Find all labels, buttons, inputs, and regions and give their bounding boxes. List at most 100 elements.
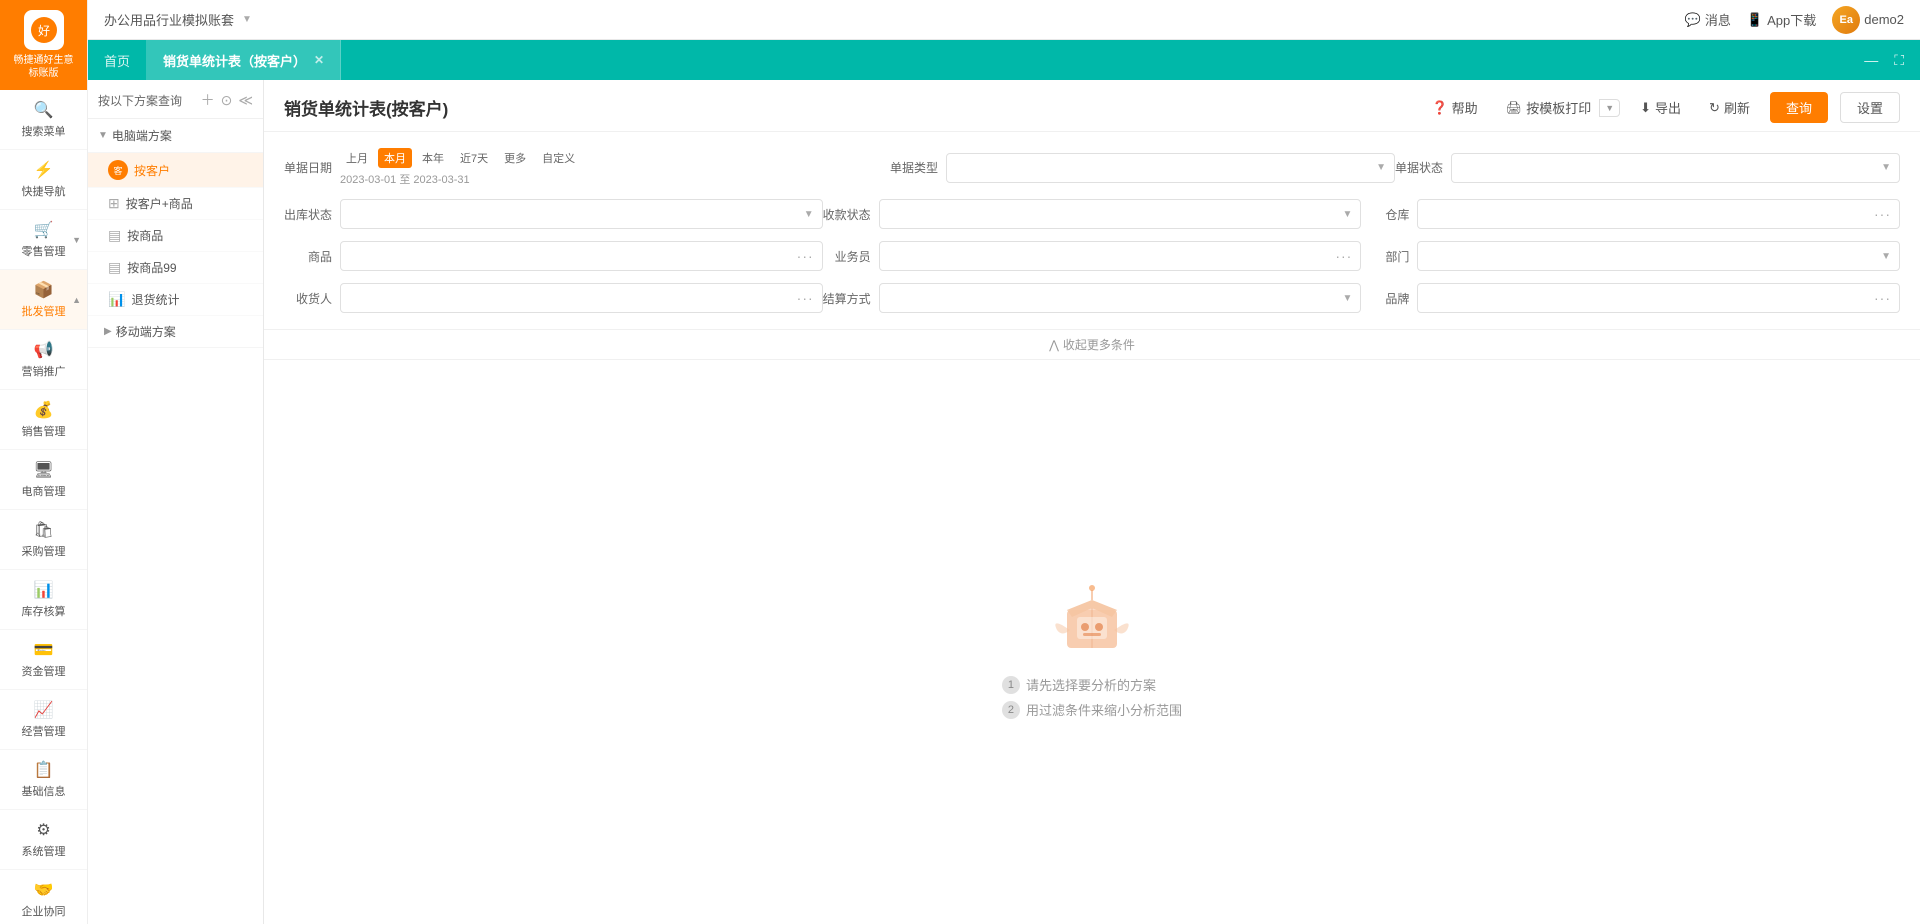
- dept-arrow: ▼: [1881, 251, 1891, 262]
- header-actions: 💬 消息 📱 App下载 Ea demo2: [1685, 6, 1904, 34]
- payment-field: 结算方式 ▼: [823, 283, 1362, 313]
- bill-status-control[interactable]: ▼: [1451, 153, 1900, 183]
- hint-item-1: 1 请先选择要分析的方案: [1002, 675, 1182, 694]
- sidebar-item-quick-nav[interactable]: ⚡ 快捷导航: [0, 150, 87, 210]
- sidebar-item-marketing[interactable]: 📢 营销推广: [0, 330, 87, 390]
- bill-type-arrow: ▼: [1376, 162, 1386, 173]
- collapse-icon: ⋀: [1049, 338, 1059, 352]
- app-download-button[interactable]: 📱 App下载: [1747, 10, 1816, 29]
- sidebar-item-enterprise[interactable]: 🤝 企业协同: [0, 870, 87, 924]
- sidebar-item-search[interactable]: 🔍 搜索菜单: [0, 90, 87, 150]
- tab-minimize-button[interactable]: —: [1860, 48, 1882, 72]
- receipt-status-arrow: ▼: [1342, 209, 1352, 220]
- svg-text:好: 好: [37, 24, 49, 38]
- collapse-scheme-button[interactable]: ≪: [238, 92, 253, 109]
- consignee-control[interactable]: ···: [340, 283, 823, 313]
- tab-home[interactable]: 首页: [88, 40, 147, 80]
- search-icon: 🔍: [34, 100, 54, 120]
- logo-icon: 好: [24, 10, 64, 50]
- message-icon: 💬: [1685, 12, 1701, 28]
- app-dropdown-arrow[interactable]: ▼: [242, 14, 252, 25]
- query-button[interactable]: 查询: [1770, 92, 1828, 123]
- app-logo: 好 畅捷通好生意 标账版: [0, 0, 87, 90]
- scheme-item-by-goods99[interactable]: ▤ 按商品99: [88, 252, 263, 284]
- brand-field: 品牌 ···: [1361, 283, 1900, 313]
- date-tab-more[interactable]: 更多: [498, 148, 532, 168]
- goods-dots[interactable]: ···: [797, 248, 814, 264]
- dept-label: 部门: [1361, 248, 1417, 265]
- user-area[interactable]: Ea demo2: [1832, 6, 1904, 34]
- out-status-field: 出库状态 ▼: [284, 199, 823, 229]
- export-button[interactable]: ⬇ 导出: [1632, 94, 1689, 121]
- scheme-panel-header: 按以下方案查询 ＋ ⊙ ≪: [88, 80, 263, 119]
- date-range-container: 上月 本月 本年 近7天 更多 自定义 2023-03-01 至 2023-03…: [340, 148, 890, 187]
- app-name-text: 办公用品行业模拟账套: [104, 10, 234, 29]
- retail-icon: 🛒: [34, 220, 54, 240]
- out-status-label: 出库状态: [284, 206, 340, 223]
- scheme-item-return-stat[interactable]: 📊 退货统计: [88, 284, 263, 316]
- warehouse-dots[interactable]: ···: [1874, 206, 1891, 222]
- date-tab-this-month[interactable]: 本月: [378, 148, 412, 168]
- date-tab-this-year[interactable]: 本年: [416, 148, 450, 168]
- collapse-bar[interactable]: ⋀ 收起更多条件: [264, 330, 1920, 360]
- out-status-control[interactable]: ▼: [340, 199, 823, 229]
- date-value: 2023-03-01 至 2023-03-31: [340, 171, 890, 187]
- sidebar-item-inventory[interactable]: 📊 库存核算: [0, 570, 87, 630]
- print-button-group: 🖨 按模板打印 ▼: [1498, 94, 1620, 121]
- goods-control[interactable]: ···: [340, 241, 823, 271]
- sidebar-item-ecommerce[interactable]: 🖥 电商管理: [0, 450, 87, 510]
- staff-dots[interactable]: ···: [1335, 248, 1352, 264]
- warehouse-control[interactable]: ···: [1417, 199, 1900, 229]
- customer-goods-icon: ⊞: [108, 195, 120, 212]
- app-name-area: 办公用品行业模拟账套 ▼: [104, 10, 252, 29]
- refresh-button[interactable]: ↻ 刷新: [1701, 94, 1758, 121]
- staff-label: 业务员: [823, 248, 879, 265]
- date-tab-last7[interactable]: 近7天: [454, 148, 494, 168]
- print-dropdown-arrow[interactable]: ▼: [1599, 99, 1620, 117]
- mobile-section-title[interactable]: ▶ 移动端方案: [88, 316, 263, 348]
- sidebar-item-wholesale[interactable]: 📦 批发管理 ▲: [0, 270, 87, 330]
- message-button[interactable]: 💬 消息: [1685, 10, 1731, 29]
- scheme-item-by-customer-goods[interactable]: ⊞ 按客户+商品: [88, 188, 263, 220]
- receipt-status-field: 收款状态 ▼: [823, 199, 1362, 229]
- brand-dots[interactable]: ···: [1874, 290, 1891, 306]
- tab-fullscreen-button[interactable]: ⛶: [1890, 48, 1908, 73]
- staff-control[interactable]: ···: [879, 241, 1362, 271]
- add-scheme-button[interactable]: ＋: [201, 90, 215, 110]
- marketing-icon: 📢: [34, 340, 54, 360]
- desktop-section-title[interactable]: ▼ 电脑端方案: [88, 119, 263, 153]
- print-button[interactable]: 🖨 按模板打印: [1498, 94, 1600, 121]
- tab-sales-stat[interactable]: 销货单统计表（按客户） ✕: [147, 40, 341, 80]
- bill-type-control[interactable]: ▼: [946, 153, 1395, 183]
- consignee-dots[interactable]: ···: [797, 290, 814, 306]
- edit-scheme-button[interactable]: ⊙: [221, 92, 233, 109]
- sidebar-item-retail[interactable]: 🛒 零售管理 ▼: [0, 210, 87, 270]
- finance-icon: 💳: [34, 640, 54, 660]
- date-tab-last-month[interactable]: 上月: [340, 148, 374, 168]
- bill-type-label: 单据类型: [890, 159, 946, 176]
- tab-close-button[interactable]: ✕: [314, 53, 324, 67]
- dept-control[interactable]: ▼: [1417, 241, 1900, 271]
- settings-button[interactable]: 设置: [1840, 92, 1900, 123]
- sidebar-item-system[interactable]: ⚙ 系统管理: [0, 810, 87, 870]
- filter-row-4: 收货人 ··· 结算方式 ▼ 品牌: [284, 283, 1900, 313]
- payment-control[interactable]: ▼: [879, 283, 1362, 313]
- sidebar-item-sales[interactable]: 💰 销售管理: [0, 390, 87, 450]
- date-tab-custom[interactable]: 自定义: [536, 148, 581, 168]
- top-header: 办公用品行业模拟账套 ▼ 💬 消息 📱 App下载 Ea demo2: [88, 0, 1920, 40]
- date-label: 单据日期: [284, 159, 340, 176]
- sidebar-item-basic[interactable]: 📋 基础信息: [0, 750, 87, 810]
- receipt-status-control[interactable]: ▼: [879, 199, 1362, 229]
- help-button[interactable]: ❓ 帮助: [1423, 94, 1485, 121]
- scheme-item-by-customer[interactable]: 客 按客户: [88, 153, 263, 188]
- goods-icon: ▤: [108, 227, 121, 244]
- sidebar-item-purchase[interactable]: 🛍 采购管理: [0, 510, 87, 570]
- sidebar-item-operation[interactable]: 📈 经营管理: [0, 690, 87, 750]
- brand-control[interactable]: ···: [1417, 283, 1900, 313]
- content-area: 按以下方案查询 ＋ ⊙ ≪ ▼ 电脑端方案 客 按客户: [88, 80, 1920, 924]
- purchase-icon: 🛍: [33, 520, 53, 540]
- sidebar-item-finance[interactable]: 💳 资金管理: [0, 630, 87, 690]
- warehouse-label: 仓库: [1361, 206, 1417, 223]
- scheme-item-by-goods[interactable]: ▤ 按商品: [88, 220, 263, 252]
- bill-status-field: 单据状态 ▼: [1395, 153, 1900, 183]
